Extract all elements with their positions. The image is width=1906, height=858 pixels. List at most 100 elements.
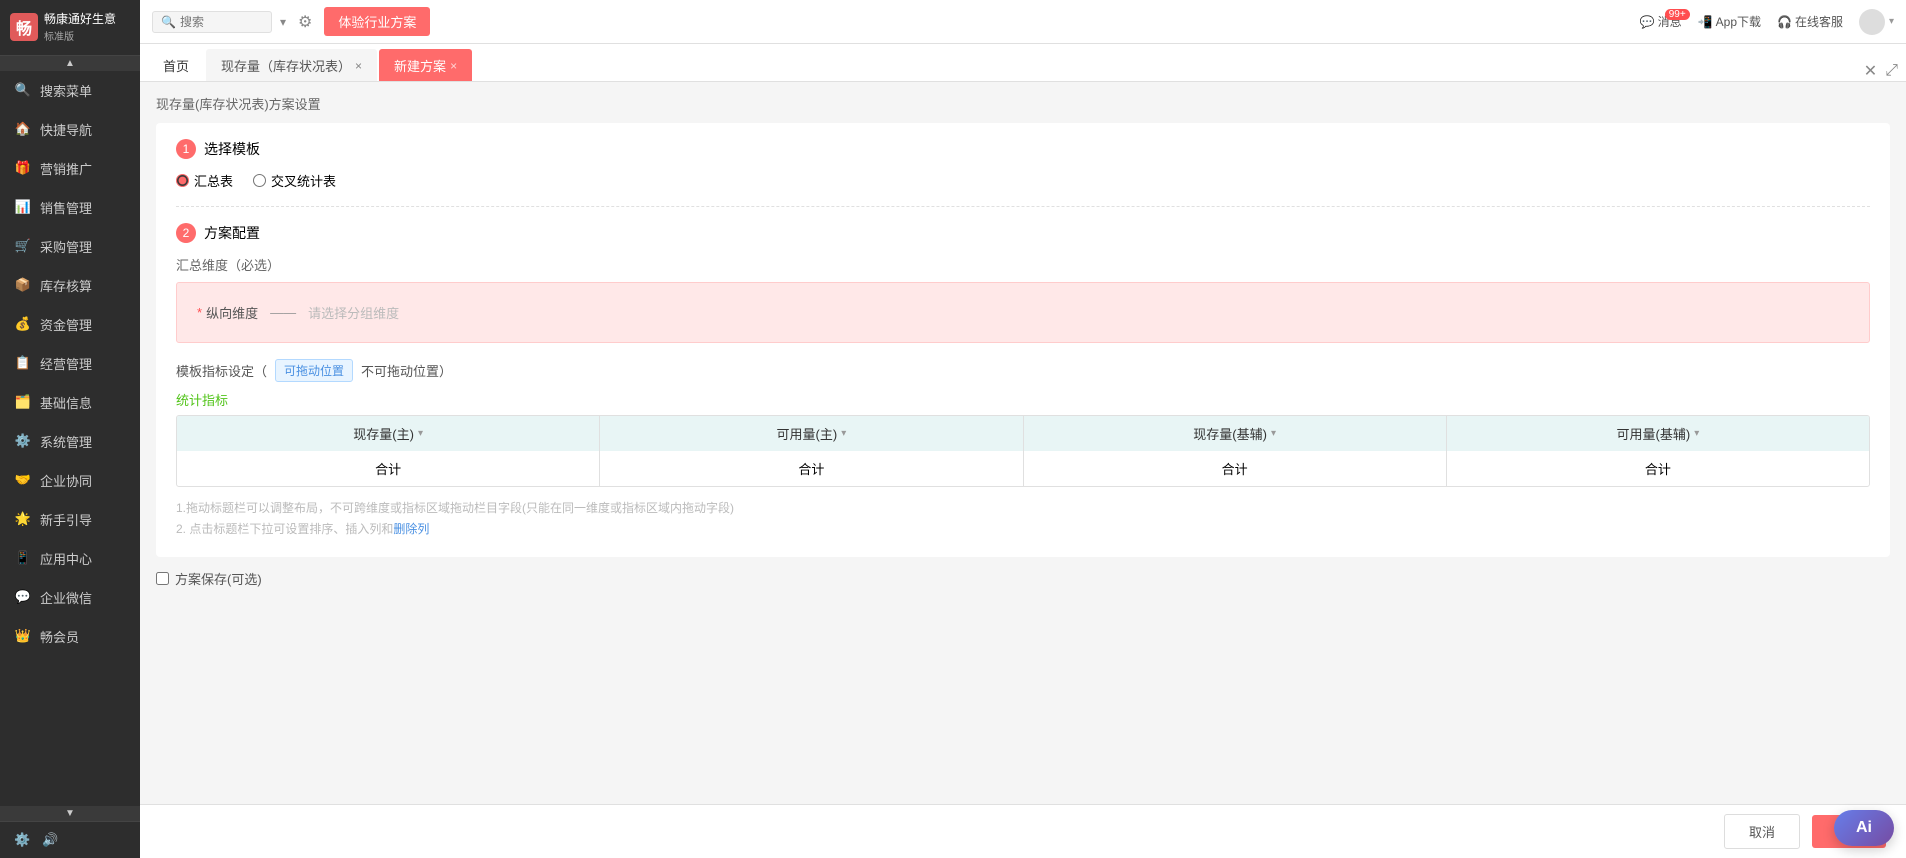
bottom-bar: 取消 查询 (140, 804, 1906, 858)
cancel-button[interactable]: 取消 (1724, 814, 1800, 849)
header-available-aux[interactable]: 可用量(基辅) ▾ (1447, 416, 1869, 451)
expand-window-icon[interactable]: ⤢ (1885, 62, 1898, 80)
tabs-bar: 首页 现存量（库存状况表） × 新建方案 × ✕ ⤢ (140, 44, 1906, 82)
tip2: 2. 点击标题栏下拉可设置排序、插入列和删除列 (176, 520, 1870, 537)
movable-tag: 可拖动位置 (275, 359, 353, 382)
cell-total-1: 合计 (600, 451, 1023, 486)
template-radio-group: 汇总表 交叉统计表 (176, 171, 1870, 190)
download-icon: 📲 (1698, 15, 1713, 29)
sidebar-item-shortcut[interactable]: 🏠 快捷导航 (0, 110, 140, 149)
avatar (1859, 9, 1885, 35)
ai-bubble[interactable]: Ai (1834, 810, 1894, 846)
step1-number: 1 (176, 139, 196, 159)
chevron-down-icon[interactable]: ▾ (841, 428, 846, 439)
indicator-settings: 模板指标设定（ 可拖动位置 不可拖动位置） (176, 359, 1870, 382)
tip1: 1.拖动标题栏可以调整布局，不可跨维度或指标区域拖动栏目字段(只能在同一维度或指… (176, 499, 1870, 516)
handshake-icon: 🤝 (14, 471, 32, 489)
chat-icon: 💬 (14, 588, 32, 606)
dimension-label: 汇总维度（必选） (176, 255, 1870, 274)
tips-section: 1.拖动标题栏可以调整布局，不可跨维度或指标区域拖动栏目字段(只能在同一维度或指… (176, 499, 1870, 537)
box-icon: 📦 (14, 276, 32, 294)
sidebar-item-sales[interactable]: 📊 销售管理 (0, 188, 140, 227)
radio-summary-input[interactable] (176, 174, 189, 187)
required-mark: * (197, 305, 202, 320)
scroll-up-arrow[interactable]: ▲ (0, 56, 140, 71)
settings-icon[interactable]: ⚙️ (14, 832, 30, 848)
logo-text: 畅康通好生意 标准版 (44, 12, 116, 43)
stats-table: 现存量(主) ▾ 可用量(主) ▾ 现存量(基辅) ▾ 可用量(基辅) ▾ (176, 415, 1870, 487)
gear-icon[interactable]: ⚙ (298, 12, 312, 32)
tab-close-inventory[interactable]: × (355, 59, 362, 73)
chevron-down-icon[interactable]: ▾ (418, 428, 423, 439)
tip-highlight: 删除列 (393, 522, 429, 536)
tab-home[interactable]: 首页 (148, 49, 204, 81)
dimension-box[interactable]: * 纵向维度 —— 请选择分组维度 (176, 282, 1870, 343)
chevron-down-icon[interactable]: ▾ (1271, 428, 1276, 439)
radio-summary[interactable]: 汇总表 (176, 171, 233, 190)
trial-button[interactable]: 体验行业方案 (324, 7, 430, 36)
sidebar-item-purchase[interactable]: 🛒 采购管理 (0, 227, 140, 266)
sidebar-item-member[interactable]: 👑 畅会员 (0, 617, 140, 656)
topbar: 🔍 ▾ ⚙ 体验行业方案 💬 消息 99+ 📲 App下载 🎧 在线客服 ▾ (140, 0, 1906, 44)
search-dropdown[interactable]: ▾ (280, 15, 286, 29)
search-icon: 🔍 (14, 81, 32, 99)
cell-total-2: 合计 (1024, 451, 1447, 486)
scroll-down-arrow[interactable]: ▼ (0, 806, 140, 821)
header-stock-main[interactable]: 现存量(主) ▾ (177, 416, 600, 451)
sidebar-item-marketing[interactable]: 🎁 营销推广 (0, 149, 140, 188)
header-available-main[interactable]: 可用量(主) ▾ (600, 416, 1023, 451)
stats-table-body: 合计 合计 合计 合计 (177, 451, 1869, 486)
chevron-down-icon[interactable]: ▾ (1694, 428, 1699, 439)
clipboard-icon: 📋 (14, 354, 32, 372)
header-stock-aux[interactable]: 现存量(基辅) ▾ (1024, 416, 1447, 451)
stats-table-header: 现存量(主) ▾ 可用量(主) ▾ 现存量(基辅) ▾ 可用量(基辅) ▾ (177, 416, 1869, 451)
online-service-button[interactable]: 🎧 在线客服 (1777, 13, 1843, 30)
sidebar-item-wechat[interactable]: 💬 企业微信 (0, 578, 140, 617)
sidebar-item-appstore[interactable]: 📱 应用中心 (0, 539, 140, 578)
section2-title: 2 方案配置 (176, 223, 1870, 243)
close-window-icon[interactable]: ✕ (1864, 61, 1877, 81)
sidebar-item-cooperation[interactable]: 🤝 企业协同 (0, 461, 140, 500)
gift-icon: 🎁 (14, 159, 32, 177)
radio-cross[interactable]: 交叉统计表 (253, 171, 336, 190)
sidebar-item-search[interactable]: 🔍 搜索菜单 (0, 71, 140, 110)
home-icon: 🏠 (14, 120, 32, 138)
search-input[interactable] (180, 15, 260, 29)
sidebar-scroll: 🔍 搜索菜单 🏠 快捷导航 🎁 营销推广 📊 销售管理 🛒 采购管理 📦 库存核… (0, 71, 140, 806)
dimension-placeholder: 请选择分组维度 (308, 303, 399, 322)
money-icon: 💰 (14, 315, 32, 333)
crown-icon: 👑 (14, 627, 32, 645)
tab-inventory-status[interactable]: 现存量（库存状况表） × (206, 49, 377, 81)
gear-icon: ⚙️ (14, 432, 32, 450)
sidebar-item-newbie[interactable]: 🌟 新手引导 (0, 500, 140, 539)
page-title: 现存量(库存状况表)方案设置 (156, 94, 1890, 113)
app-download-button[interactable]: 📲 App下载 (1698, 13, 1761, 30)
dimension-name: 纵向维度 (206, 303, 258, 322)
sidebar: 畅 畅康通好生意 标准版 ▲ 🔍 搜索菜单 🏠 快捷导航 🎁 营销推广 📊 销售… (0, 0, 140, 858)
section1-title: 1 选择模板 (176, 139, 1870, 159)
sidebar-item-basic[interactable]: 🗂️ 基础信息 (0, 383, 140, 422)
tab-new-plan[interactable]: 新建方案 × (379, 49, 472, 81)
stats-label: 统计指标 (176, 390, 1870, 409)
save-checkbox-input[interactable] (156, 572, 169, 585)
user-profile[interactable]: ▾ (1859, 9, 1894, 35)
cart-icon: 🛒 (14, 237, 32, 255)
sound-icon[interactable]: 🔊 (42, 832, 58, 848)
chart-icon: 📊 (14, 198, 32, 216)
star-icon: 🌟 (14, 510, 32, 528)
sidebar-item-inventory[interactable]: 📦 库存核算 (0, 266, 140, 305)
tab-close-new-plan[interactable]: × (450, 59, 457, 73)
content-area: 现存量(库存状况表)方案设置 1 选择模板 汇总表 交叉统计表 2 (140, 82, 1906, 804)
folder-icon: 🗂️ (14, 393, 32, 411)
sidebar-logo: 畅 畅康通好生意 标准版 (0, 0, 140, 56)
sidebar-item-operations[interactable]: 📋 经营管理 (0, 344, 140, 383)
mobile-icon: 📱 (14, 549, 32, 567)
message-button[interactable]: 💬 消息 99+ (1640, 13, 1682, 30)
sidebar-item-system[interactable]: ⚙️ 系统管理 (0, 422, 140, 461)
sidebar-item-finance[interactable]: 💰 资金管理 (0, 305, 140, 344)
search-box[interactable]: 🔍 (152, 11, 272, 33)
sidebar-footer: ⚙️ 🔊 (0, 821, 140, 858)
logo-icon: 畅 (10, 13, 38, 41)
radio-cross-input[interactable] (253, 174, 266, 187)
search-icon: 🔍 (161, 15, 176, 29)
